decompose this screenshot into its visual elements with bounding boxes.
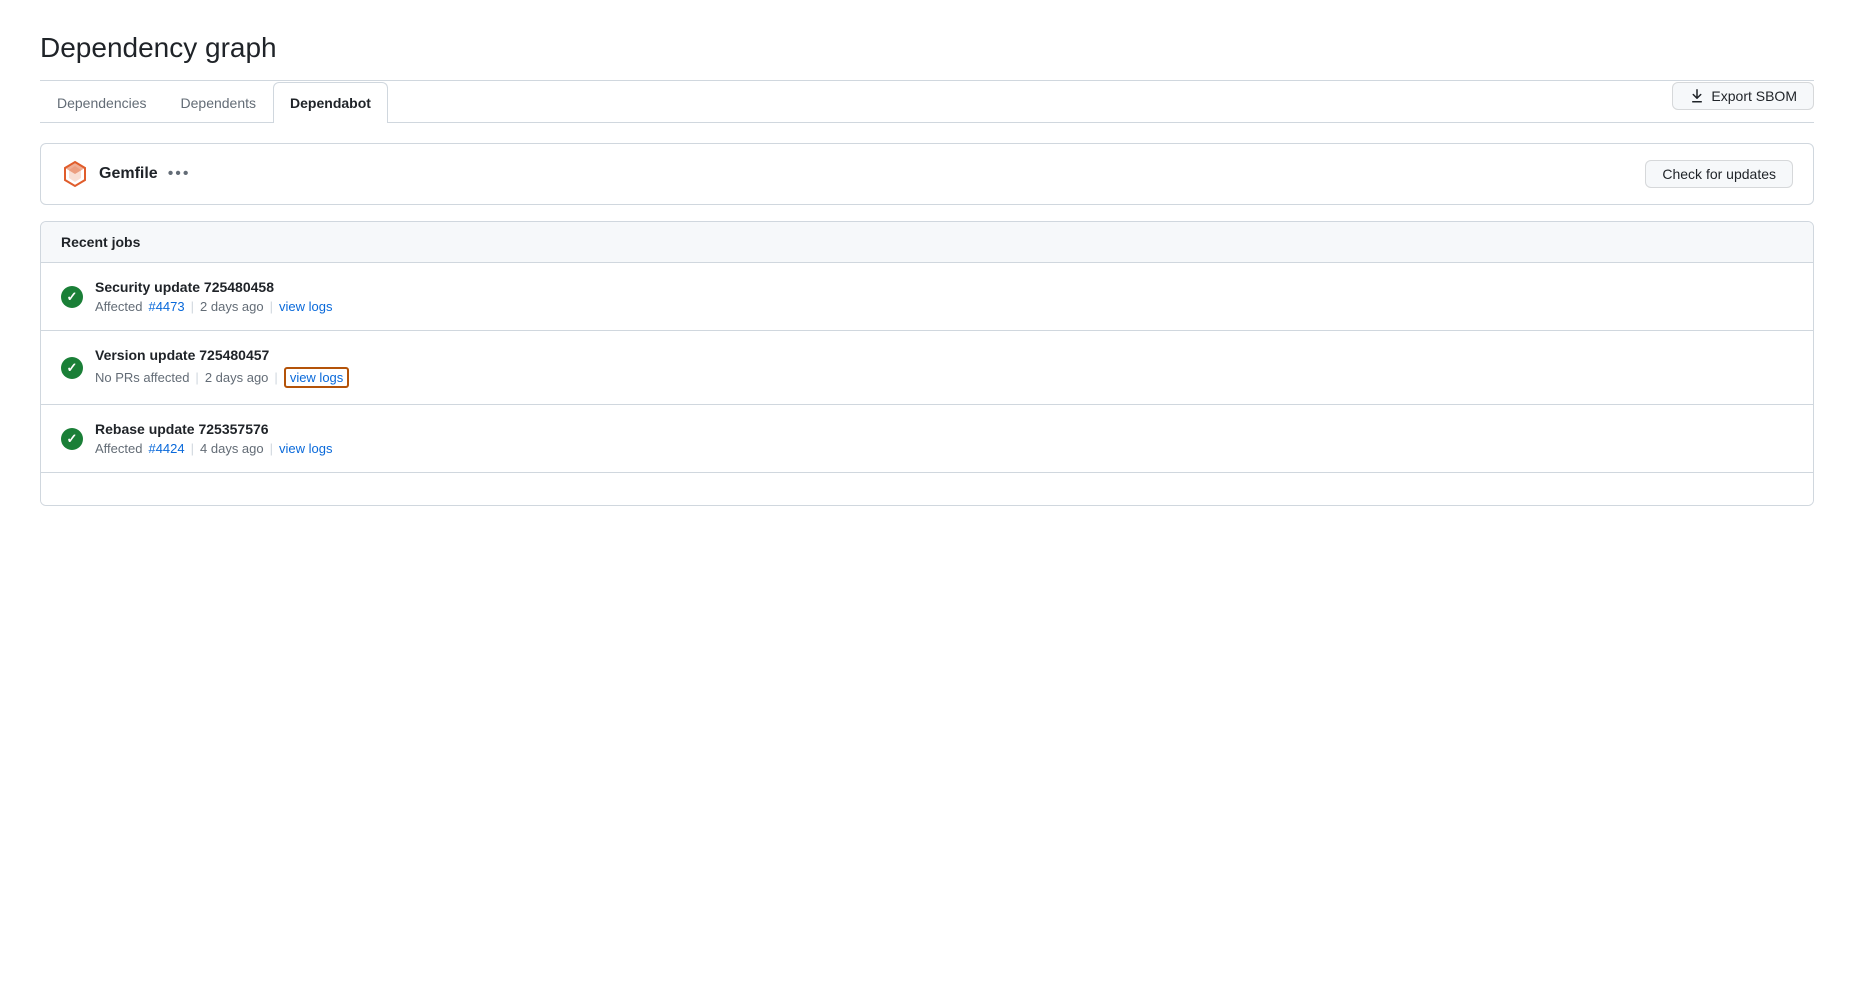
job-title: Security update 725480458: [95, 279, 1793, 295]
gemfile-dots: •••: [168, 165, 191, 183]
view-logs-link[interactable]: view logs: [279, 441, 332, 456]
affected-label: Affected: [95, 441, 142, 456]
recent-jobs-card: Recent jobs ✓ Security update 725480458 …: [40, 221, 1814, 506]
tabs-container: Dependencies Dependents Dependabot Expor…: [40, 81, 1814, 123]
pr-link[interactable]: #4473: [148, 299, 184, 314]
export-sbom-label: Export SBOM: [1711, 88, 1797, 104]
view-logs-link-focused[interactable]: view logs: [284, 367, 349, 388]
gemfile-icon: [61, 160, 89, 188]
table-row: ✓ Security update 725480458 Affected #44…: [41, 263, 1813, 331]
page-title: Dependency graph: [40, 32, 1814, 64]
empty-row: [41, 473, 1813, 505]
separator: |: [191, 441, 194, 456]
job-meta: Affected #4473 | 2 days ago | view logs: [95, 299, 1793, 314]
tabs: Dependencies Dependents Dependabot: [40, 81, 388, 122]
job-status-icon: ✓: [61, 428, 83, 450]
job-meta: Affected #4424 | 4 days ago | view logs: [95, 441, 1793, 456]
separator: |: [270, 299, 273, 314]
job-meta: No PRs affected | 2 days ago | view logs: [95, 367, 1793, 388]
separator: |: [274, 370, 277, 385]
time-ago: 2 days ago: [205, 370, 269, 385]
job-title: Version update 725480457: [95, 347, 1793, 363]
pr-link[interactable]: #4424: [148, 441, 184, 456]
separator: |: [195, 370, 198, 385]
download-icon: [1689, 88, 1705, 104]
time-ago: 4 days ago: [200, 441, 264, 456]
separator: |: [270, 441, 273, 456]
job-status-icon: ✓: [61, 357, 83, 379]
tab-dependents[interactable]: Dependents: [164, 82, 274, 123]
separator: |: [191, 299, 194, 314]
job-title: Rebase update 725357576: [95, 421, 1793, 437]
affected-label: No PRs affected: [95, 370, 189, 385]
recent-jobs-header: Recent jobs: [41, 222, 1813, 263]
affected-label: Affected: [95, 299, 142, 314]
table-row: ✓ Version update 725480457 No PRs affect…: [41, 331, 1813, 405]
export-sbom-button[interactable]: Export SBOM: [1672, 82, 1814, 110]
job-status-icon: ✓: [61, 286, 83, 308]
job-info: Rebase update 725357576 Affected #4424 |…: [95, 421, 1793, 456]
time-ago: 2 days ago: [200, 299, 264, 314]
gemfile-card: Gemfile ••• Check for updates: [40, 143, 1814, 205]
view-logs-link[interactable]: view logs: [279, 299, 332, 314]
job-info: Version update 725480457 No PRs affected…: [95, 347, 1793, 388]
check-for-updates-button[interactable]: Check for updates: [1645, 160, 1793, 188]
tab-dependencies[interactable]: Dependencies: [40, 82, 164, 123]
job-info: Security update 725480458 Affected #4473…: [95, 279, 1793, 314]
gemfile-left: Gemfile •••: [61, 160, 191, 188]
tab-dependabot[interactable]: Dependabot: [273, 82, 388, 123]
table-row: ✓ Rebase update 725357576 Affected #4424…: [41, 405, 1813, 473]
gemfile-name: Gemfile: [99, 165, 158, 183]
